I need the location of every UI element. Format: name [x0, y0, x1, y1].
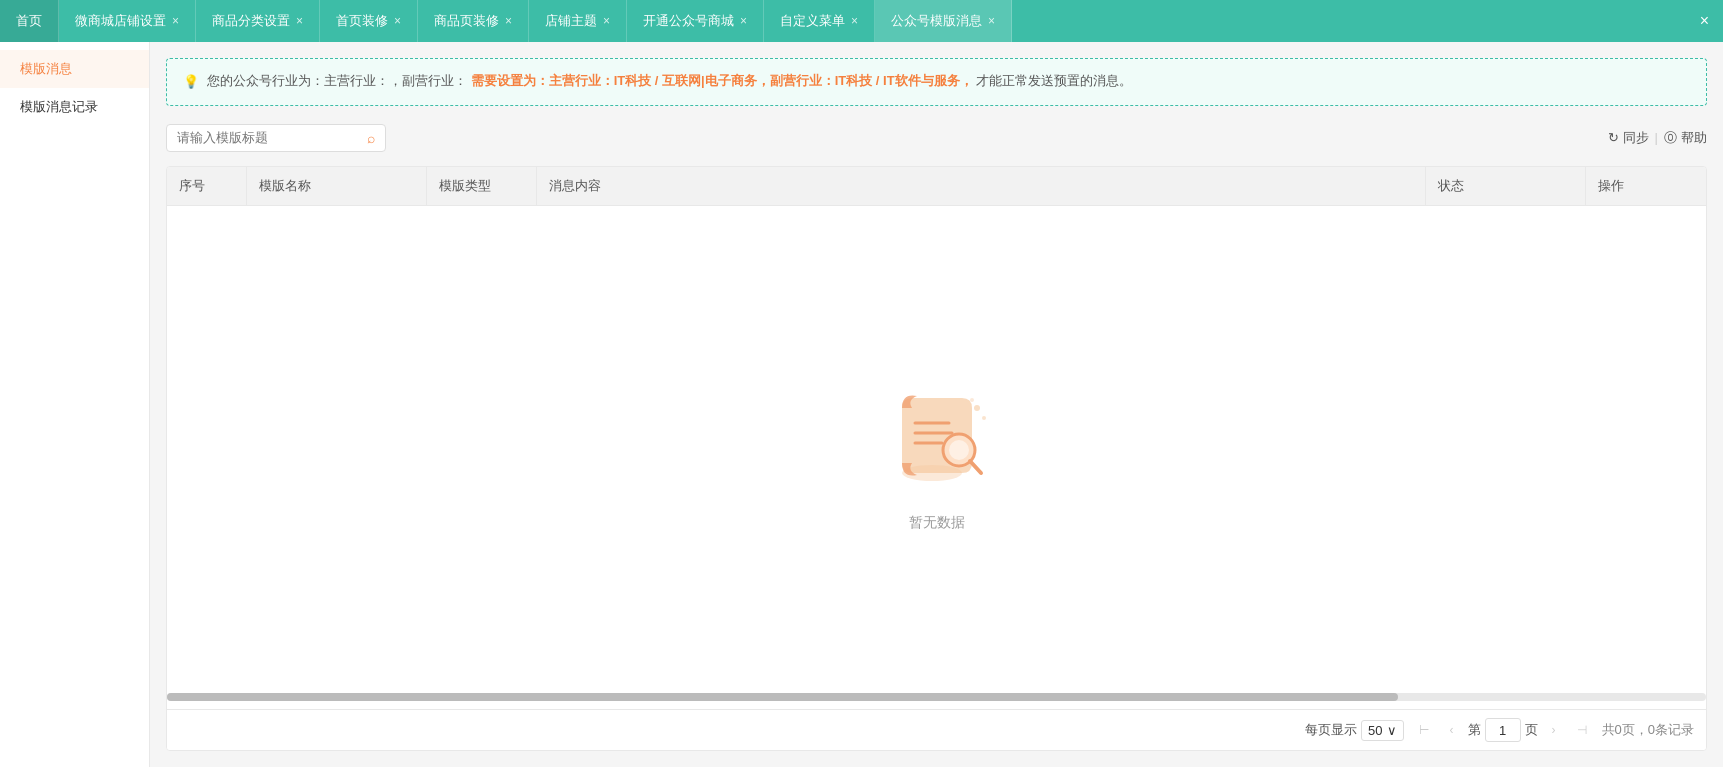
empty-illustration [877, 378, 997, 498]
sidebar: 模版消息 模版消息记录 [0, 42, 150, 767]
toolbar-right: ↻ 同步 | ⓪ 帮助 [1608, 129, 1707, 147]
table-header: 序号 模版名称 模版类型 消息内容 状态 操作 [167, 167, 1706, 206]
svg-point-7 [974, 405, 980, 411]
svg-point-8 [982, 416, 986, 420]
table-wrapper: 序号 模版名称 模版类型 消息内容 状态 操作 [166, 166, 1707, 751]
tab-store-theme[interactable]: 店铺主题 × [529, 0, 627, 42]
main-layout: 模版消息 模版消息记录 💡 您的公众号行业为：主营行业：，副营行业： 需要设置为… [0, 42, 1723, 767]
first-page-button[interactable]: ⊢ [1412, 718, 1436, 742]
close-icon[interactable]: × [740, 15, 747, 27]
col-index: 序号 [167, 167, 247, 205]
col-status: 状态 [1426, 167, 1586, 205]
svg-point-5 [949, 440, 969, 460]
lightbulb-icon: 💡 [183, 72, 199, 93]
close-icon[interactable]: × [172, 15, 179, 27]
close-icon[interactable]: × [394, 15, 401, 27]
tab-micro-shop-settings[interactable]: 微商城店铺设置 × [59, 0, 196, 42]
chevron-down-icon: ∨ [1387, 723, 1397, 738]
last-page-button[interactable]: ⊣ [1570, 718, 1594, 742]
search-icon[interactable]: ⌕ [367, 130, 375, 146]
next-page-button[interactable]: › [1542, 718, 1566, 742]
prev-page-button[interactable]: ‹ [1440, 718, 1464, 742]
tab-template-msg[interactable]: 公众号模版消息 × [875, 0, 1012, 42]
page-total: 共0页，0条记录 [1602, 721, 1694, 739]
tab-product-decoration[interactable]: 商品页装修 × [418, 0, 529, 42]
search-input-wrapper[interactable]: ⌕ [166, 124, 386, 152]
search-input[interactable] [177, 130, 367, 145]
sidebar-item-template-msg-record[interactable]: 模版消息记录 [0, 88, 149, 126]
tab-bar: 首页 微商城店铺设置 × 商品分类设置 × 首页装修 × 商品页装修 × 店铺主… [0, 0, 1723, 42]
notice-box: 💡 您的公众号行业为：主营行业：，副营行业： 需要设置为：主营行业：IT科技 /… [166, 58, 1707, 106]
refresh-icon: ↻ [1608, 130, 1619, 145]
close-icon[interactable]: × [505, 15, 512, 27]
page-size-select: 每页显示 50 ∨ [1305, 720, 1403, 741]
tab-product-category[interactable]: 商品分类设置 × [196, 0, 320, 42]
close-icon[interactable]: × [296, 15, 303, 27]
sync-button[interactable]: ↻ 同步 [1608, 129, 1649, 147]
page-unit: 页 [1525, 721, 1538, 739]
scrollbar-thumb[interactable] [167, 693, 1398, 701]
col-type: 模版类型 [427, 167, 537, 205]
page-nav: ⊢ ‹ 第 页 › ⊣ [1412, 718, 1594, 742]
col-name: 模版名称 [247, 167, 427, 205]
page-label: 第 [1468, 721, 1481, 739]
help-icon: ⓪ [1664, 129, 1677, 147]
pagination: 每页显示 50 ∨ ⊢ ‹ 第 页 › ⊣ 共0页，0条记录 [167, 709, 1706, 750]
close-icon[interactable]: × [603, 15, 610, 27]
empty-state: 暂无数据 [167, 206, 1706, 685]
page-size-label: 每页显示 [1305, 721, 1357, 739]
notice-text: 您的公众号行业为：主营行业：，副营行业： 需要设置为：主营行业：IT科技 / 互… [207, 71, 1132, 92]
page-input[interactable] [1485, 718, 1521, 742]
close-icon[interactable]: × [851, 15, 858, 27]
tab-open-public-shop[interactable]: 开通公众号商城 × [627, 0, 764, 42]
search-bar: ⌕ ↻ 同步 | ⓪ 帮助 [166, 124, 1707, 152]
svg-line-6 [970, 461, 981, 473]
svg-point-9 [970, 398, 974, 402]
tab-home-decoration[interactable]: 首页装修 × [320, 0, 418, 42]
page-size-dropdown[interactable]: 50 ∨ [1361, 720, 1403, 741]
global-close-button[interactable]: × [1686, 0, 1723, 42]
sidebar-item-template-msg[interactable]: 模版消息 [0, 50, 149, 88]
empty-text: 暂无数据 [909, 514, 965, 532]
help-button[interactable]: ⓪ 帮助 [1664, 129, 1707, 147]
tab-custom-menu[interactable]: 自定义菜单 × [764, 0, 875, 42]
horizontal-scrollbar[interactable] [167, 693, 1706, 701]
col-content: 消息内容 [537, 167, 1426, 205]
content-area: 💡 您的公众号行业为：主营行业：，副营行业： 需要设置为：主营行业：IT科技 /… [150, 42, 1723, 767]
col-action: 操作 [1586, 167, 1706, 205]
close-icon[interactable]: × [988, 15, 995, 27]
divider: | [1655, 130, 1658, 145]
tab-home[interactable]: 首页 [0, 0, 59, 42]
